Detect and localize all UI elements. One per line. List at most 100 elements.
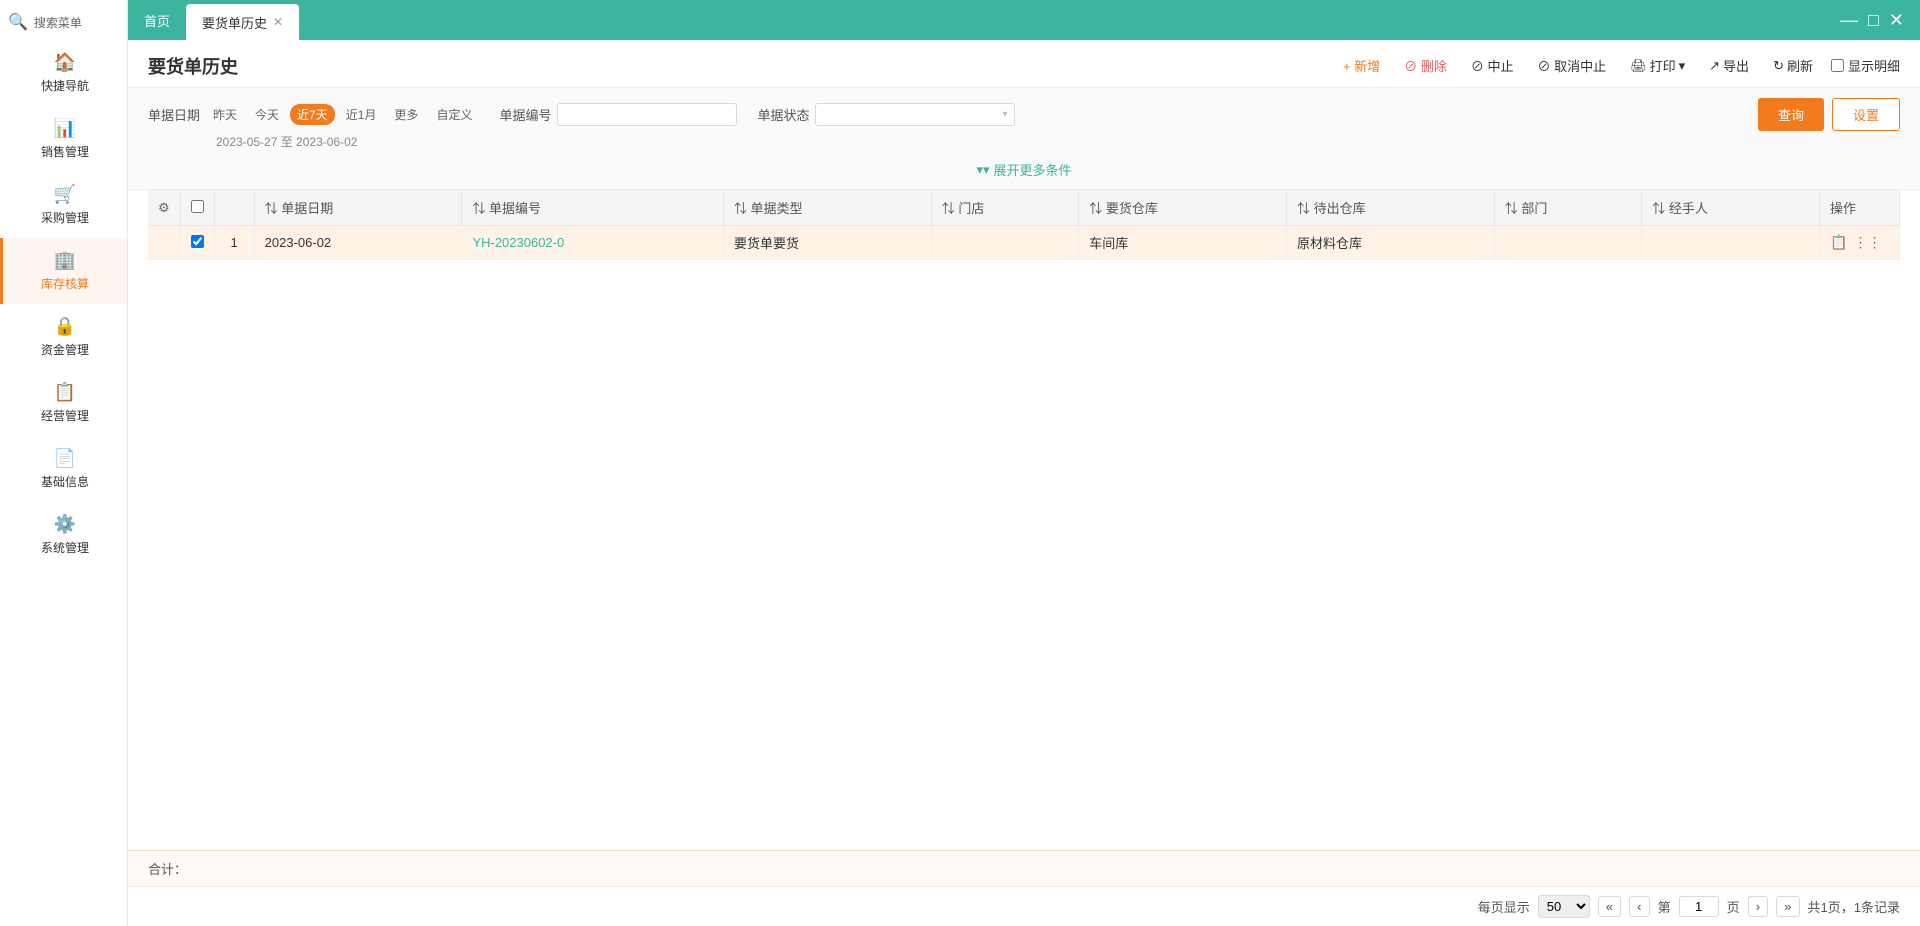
sidebar-item-label: 采购管理 [41, 209, 89, 226]
settings-button[interactable]: 设置 [1832, 98, 1900, 131]
date-shortcuts: 昨天 今天 近7天 近1月 更多 自定义 [206, 104, 479, 125]
chart-icon: 📊 [54, 118, 76, 139]
top-bar-right: — □ ✕ [1840, 10, 1920, 31]
select-all-checkbox[interactable] [191, 200, 204, 213]
sidebar-item-label: 资金管理 [41, 341, 89, 358]
sidebar-item-label: 库存核算 [41, 275, 89, 292]
date-range-display: 2023-05-27 至 2023-06-02 [216, 135, 357, 149]
cell-num: 1 [214, 226, 254, 260]
sidebar-item-finance[interactable]: 🔒 资金管理 [0, 304, 127, 370]
export-button[interactable]: ↗ 导出 [1703, 52, 1755, 79]
page-title: 要货单历史 [148, 53, 1337, 79]
export-label: 导出 [1723, 56, 1749, 75]
sidebar-item-quick-nav[interactable]: 🏠 快捷导航 [0, 40, 127, 106]
new-button[interactable]: + 新增 [1337, 52, 1386, 79]
total-label: 合计： [148, 859, 187, 878]
page-unit: 页 [1727, 897, 1740, 916]
sidebar-item-basic-info[interactable]: 📄 基础信息 [0, 436, 127, 502]
sidebar-item-label: 经营管理 [41, 407, 89, 424]
col-doc-no[interactable]: ⇅ 单据编号 [462, 190, 724, 226]
display-detail-checkbox[interactable] [1831, 59, 1844, 72]
prev-page-button[interactable]: ‹ [1629, 896, 1649, 917]
col-req-warehouse[interactable]: ⇅ 要货仓库 [1079, 190, 1287, 226]
shortcut-yesterday[interactable]: 昨天 [206, 104, 244, 125]
shortcut-today[interactable]: 今天 [248, 104, 286, 125]
minimize-icon[interactable]: — [1840, 10, 1858, 31]
close-window-icon[interactable]: ✕ [1889, 10, 1904, 31]
per-page-label: 每页显示 [1478, 897, 1530, 916]
col-operation: 操作 [1820, 190, 1900, 226]
more-icon[interactable]: ⋮⋮ [1853, 234, 1881, 251]
query-button[interactable]: 查询 [1758, 98, 1824, 131]
tab-close-icon[interactable]: ✕ [273, 15, 283, 29]
shortcut-7days[interactable]: 近7天 [290, 104, 335, 125]
col-date[interactable]: ⇅ 单据日期 [254, 190, 462, 226]
cell-doc-no[interactable]: YH-20230602-0 [462, 226, 724, 260]
sidebar-item-sales[interactable]: 📊 销售管理 [0, 106, 127, 172]
home-icon: 🏠 [54, 52, 76, 73]
delete-button[interactable]: ⊘ 删除 [1398, 52, 1453, 79]
shortcut-custom[interactable]: 自定义 [429, 104, 479, 125]
cell-req-warehouse: 车间库 [1079, 226, 1287, 260]
expand-button[interactable]: ▾▾ 展开更多条件 [976, 156, 1071, 183]
col-doc-type[interactable]: ⇅ 单据类型 [723, 190, 931, 226]
doc-number-input[interactable] [557, 103, 737, 126]
col-store[interactable]: ⇅ 门店 [931, 190, 1079, 226]
tab-home[interactable]: 首页 [128, 0, 186, 40]
display-detail-toggle[interactable]: 显示明细 [1831, 56, 1900, 75]
shortcut-1month[interactable]: 近1月 [339, 104, 384, 125]
col-settings[interactable]: ⚙ [148, 190, 180, 226]
sidebar-item-inventory[interactable]: 🏢 库存核算 [0, 238, 127, 304]
stop-button[interactable]: ⊘ 中止 [1465, 52, 1520, 79]
cell-pending-warehouse: 原材料仓库 [1287, 226, 1495, 260]
table-row[interactable]: 1 2023-06-02 YH-20230602-0 要货单要货 车间库 原材料… [148, 226, 1900, 260]
pagination: 每页显示 50 20 100 « ‹ 第 页 › » 共1页，1条记录 [128, 886, 1920, 926]
cell-handler [1642, 226, 1820, 260]
cancel-stop-button[interactable]: ⊘ 取消中止 [1531, 52, 1612, 79]
date-filter: 单据日期 昨天 今天 近7天 近1月 更多 自定义 [148, 104, 479, 125]
sidebar-item-system[interactable]: ⚙️ 系统管理 [0, 502, 127, 568]
sidebar-item-label: 系统管理 [41, 539, 89, 556]
clipboard-icon: 📋 [54, 382, 76, 403]
filter-row: 单据日期 昨天 今天 近7天 近1月 更多 自定义 单据编号 [148, 98, 1900, 131]
page-number-input[interactable] [1679, 896, 1719, 917]
status-input[interactable] [815, 103, 1015, 126]
col-store-label: ⇅ 门店 [942, 201, 985, 216]
tab-home-label: 首页 [144, 11, 170, 30]
col-pending-warehouse[interactable]: ⇅ 待出仓库 [1287, 190, 1495, 226]
expand-label: 展开更多条件 [994, 160, 1072, 179]
col-req-warehouse-label: ⇅ 要货仓库 [1089, 201, 1158, 216]
tab-active[interactable]: 要货单历史 ✕ [186, 4, 299, 40]
print-button[interactable]: 🖨 打印 ▾ [1624, 52, 1691, 79]
sidebar-item-label: 快捷导航 [41, 77, 89, 94]
sidebar-item-purchase[interactable]: 🛒 采购管理 [0, 172, 127, 238]
next-page-button[interactable]: › [1748, 896, 1768, 917]
edit-icon[interactable]: 📋 [1830, 234, 1847, 251]
page-summary: 共1页，1条记录 [1808, 897, 1900, 916]
sidebar-item-operations[interactable]: 📋 经营管理 [0, 370, 127, 436]
cell-department [1494, 226, 1642, 260]
refresh-icon: ↻ [1773, 58, 1784, 74]
col-date-label: ⇅ 单据日期 [265, 201, 334, 216]
cell-doc-type: 要货单要货 [723, 226, 931, 260]
maximize-icon[interactable]: □ [1868, 10, 1879, 31]
col-department[interactable]: ⇅ 部门 [1494, 190, 1642, 226]
refresh-button[interactable]: ↻ 刷新 [1767, 52, 1819, 79]
doc-number-label: 单据编号 [499, 105, 551, 124]
per-page-select[interactable]: 50 20 100 [1538, 895, 1590, 918]
cell-checkbox[interactable] [180, 226, 214, 260]
sidebar-search[interactable]: 🔍 搜索菜单 [0, 0, 127, 40]
top-bar: 首页 要货单历史 ✕ — □ ✕ [128, 0, 1920, 40]
col-doc-type-label: ⇅ 单据类型 [734, 201, 803, 216]
data-table: ⚙ ⇅ 单据日期 ⇅ 单据编号 ⇅ 单据类型 ⇅ 门店 ⇅ 要货仓库 ⇅ 待出仓… [148, 190, 1900, 260]
expand-icon: ▾▾ [976, 162, 989, 178]
shortcut-more[interactable]: 更多 [387, 104, 425, 125]
page-label: 第 [1658, 897, 1671, 916]
col-handler[interactable]: ⇅ 经手人 [1642, 190, 1820, 226]
col-num [214, 190, 254, 226]
export-icon: ↗ [1709, 58, 1720, 74]
first-page-button[interactable]: « [1598, 896, 1621, 917]
cell-date: 2023-06-02 [254, 226, 462, 260]
last-page-button[interactable]: » [1776, 896, 1799, 917]
col-operation-label: 操作 [1830, 201, 1856, 216]
